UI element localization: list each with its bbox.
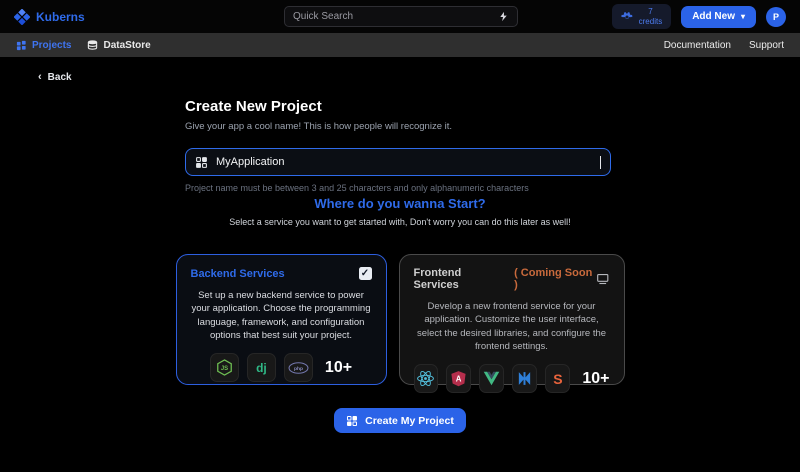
start-title: Where do you wanna Start? [314,196,486,211]
nav-link-support[interactable]: Support [749,40,784,51]
svg-text:php: php [294,366,303,372]
frontend-more-count: 10+ [582,369,610,387]
frontend-card-description: Develop a new frontend service for your … [416,301,607,352]
frontend-services-card: Frontend Services ( Coming Soon ) Develo… [398,254,625,394]
brand-name: Kuberns [36,9,85,24]
add-new-label: Add New [692,11,735,22]
project-grid-icon [347,415,358,426]
create-project-label: Create My Project [365,414,454,427]
page-title: Create New Project [185,98,322,115]
grid-icon [16,40,26,50]
backend-checkbox[interactable]: ✓ [358,267,372,280]
nav-tab-datastore-label: DataStore [103,39,151,51]
back-button[interactable]: ‹ Back [38,71,72,83]
avatar[interactable]: P [766,6,786,27]
project-name-input[interactable] [216,156,598,168]
page-subtitle: Give your app a cool name! This is how p… [185,121,453,132]
nav-tab-datastore[interactable]: DataStore [87,39,151,51]
top-bar: Kuberns 7 credits Add New ▾ [0,0,800,33]
django-icon: dj [246,353,276,383]
credits-badge[interactable]: 7 credits [611,3,672,30]
chevron-left-icon: ‹ [38,71,42,83]
search-input[interactable] [293,11,498,22]
avatar-initial: P [772,11,779,22]
nav-bar: Projects DataStore Documentation Support [0,33,800,57]
monitor-icon [597,273,609,285]
start-section: Where do you wanna Start? Select a servi… [0,196,800,227]
project-name-field[interactable] [185,148,611,176]
backend-card-description: Set up a new backend service to power yo… [191,290,371,341]
credits-count: 7 [648,6,653,16]
vue-icon [479,364,505,394]
coming-soon-badge: ( Coming Soon ) [514,267,593,291]
service-cards: Backend Services ✓ Set up a new backend … [0,254,800,394]
nav-link-documentation[interactable]: Documentation [664,40,731,51]
kuberns-logo-icon [14,8,30,25]
svg-text:JS: JS [221,366,228,372]
input-helper-text: Project name must be between 3 and 25 ch… [185,183,529,193]
svelte-icon: S [545,364,571,394]
backend-services-card[interactable]: Backend Services ✓ Set up a new backend … [175,254,387,385]
create-project-form: Create New Project Give your app a cool … [185,98,611,193]
add-new-button[interactable]: Add New ▾ [681,5,756,28]
project-grid-icon [196,156,207,168]
start-subtitle: Select a service you want to get started… [229,217,571,227]
database-icon [88,39,98,50]
brand-logo[interactable]: Kuberns [14,8,85,25]
php-icon: php [283,353,313,383]
text-caret [600,155,601,169]
angular-icon: A [446,364,472,394]
motion-icon [512,364,538,394]
backend-card-title: Backend Services [190,267,285,280]
frontend-card-title: Frontend Services [413,267,462,291]
quick-action-icon [498,11,509,22]
gear-icon [620,11,633,23]
back-label: Back [47,71,72,83]
nodejs-icon: JS [209,353,239,383]
create-project-button[interactable]: Create My Project [334,408,466,433]
nav-tab-projects-label: Projects [32,39,72,51]
nav-tab-projects[interactable]: Projects [16,40,71,51]
backend-more-count: 10+ [324,358,353,376]
react-icon [413,364,439,394]
chevron-down-icon: ▾ [740,12,745,21]
svg-text:A: A [456,375,462,384]
quick-search[interactable] [284,6,518,27]
credits-label: credits [638,16,663,26]
